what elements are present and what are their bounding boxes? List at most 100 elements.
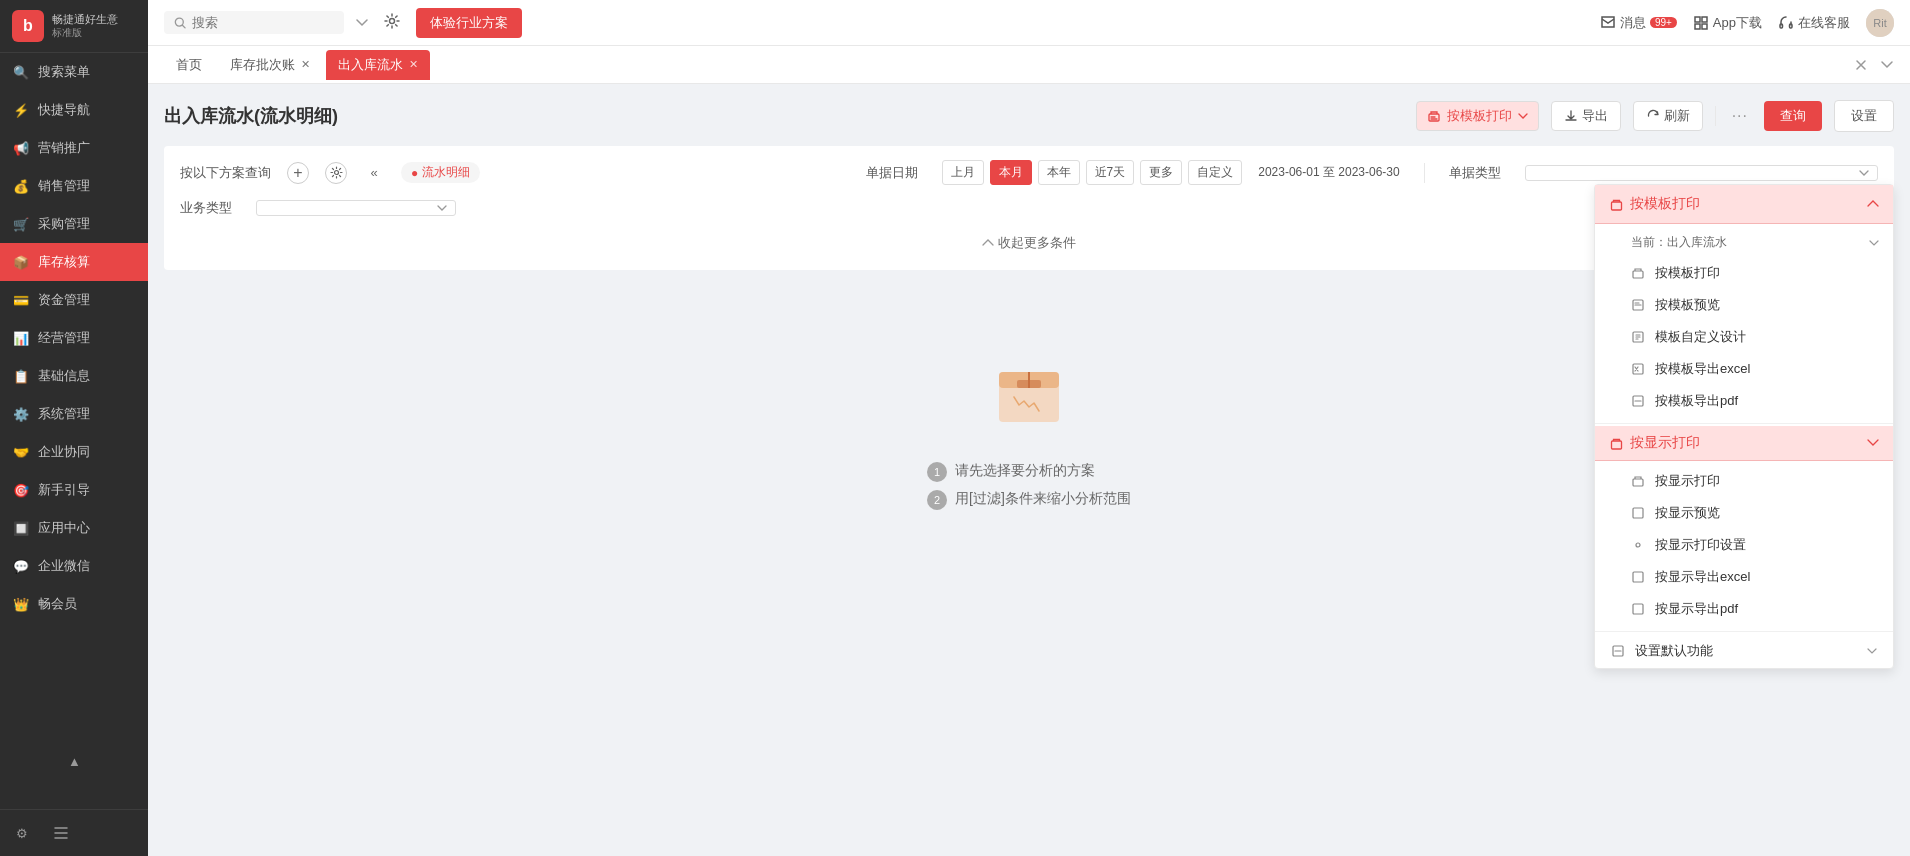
sidebar-collapse-btn[interactable] [48,820,74,846]
sidebar-item-basic[interactable]: 📋 基础信息 [0,357,148,395]
date-btn-custom[interactable]: 自定义 [1188,160,1242,185]
date-btn-7days[interactable]: 近7天 [1086,160,1135,185]
date-btn-last-month[interactable]: 上月 [942,160,984,185]
sidebar-item-collab[interactable]: 🤝 企业协同 [0,433,148,471]
dropdown-display-print-action[interactable]: 按显示打印 [1595,465,1893,497]
basic-icon: 📋 [12,367,30,385]
dropdown-set-default[interactable]: 设置默认功能 [1595,634,1893,668]
filter-biz-select[interactable] [256,200,456,216]
trial-btn[interactable]: 体验行业方案 [416,8,522,38]
date-btn-more[interactable]: 更多 [1140,160,1182,185]
collapse-btn[interactable]: 收起更多条件 [970,230,1088,256]
sub-pdf-icon [1631,394,1645,408]
tab-batch-label: 库存批次账 [230,56,295,74]
placeholder-icon [979,342,1079,442]
sidebar-item-label: 资金管理 [38,291,90,309]
export-btn[interactable]: 导出 [1551,101,1621,131]
filter-date-range[interactable]: 2023-06-01 至 2023-06-30 [1258,164,1399,181]
message-btn[interactable]: 消息 99+ [1600,14,1677,32]
sidebar-item-quick-nav[interactable]: ⚡ 快捷导航 [0,91,148,129]
dropdown-display-header[interactable]: 按显示打印 [1595,426,1893,461]
tab-expand-btn[interactable] [1880,58,1894,72]
customer-service-btn[interactable]: 在线客服 [1778,14,1850,32]
sidebar-item-inventory[interactable]: 📦 库存核算 [0,243,148,281]
sidebar-item-marketing[interactable]: 📢 营销推广 [0,129,148,167]
filter-add-btn[interactable]: + [287,162,309,184]
sidebar-item-purchase[interactable]: 🛒 采购管理 [0,205,148,243]
dropdown-print-icon [1609,197,1624,212]
topbar-gear-btn[interactable] [380,9,404,36]
tab-batch[interactable]: 库存批次账 ✕ [218,50,322,80]
date-btn-this-month[interactable]: 本月 [990,160,1032,185]
tab-home[interactable]: 首页 [164,50,214,80]
dropdown-display-export-excel[interactable]: 按显示导出excel [1595,561,1893,593]
dropdown-template-export-excel[interactable]: 按模板导出excel [1595,353,1893,385]
page-actions: 按模板打印 导出 刷新 [1416,100,1894,132]
sidebar-settings-btn[interactable]: ⚙ [12,822,32,845]
app-logo-icon: b [12,10,44,42]
tab-batch-close[interactable]: ✕ [301,58,310,71]
svg-rect-4 [1695,24,1700,29]
sidebar-item-search[interactable]: 🔍 搜索菜单 [0,53,148,91]
ellipsis-icon: ··· [1732,107,1748,125]
refresh-btn[interactable]: 刷新 [1633,101,1703,131]
dropdown-template-custom-label: 模板自定义设计 [1655,328,1746,346]
dropdown-display-export-pdf[interactable]: 按显示导出pdf [1595,593,1893,625]
sidebar-item-app-center[interactable]: 🔲 应用中心 [0,509,148,547]
placeholder-step2-text: 用[过滤]条件来缩小分析范围 [955,490,1131,508]
template-print-btn[interactable]: 按模板打印 [1416,101,1539,131]
user-avatar[interactable]: Rit [1866,9,1894,37]
sidebar-item-guide[interactable]: 🎯 新手引导 [0,471,148,509]
dropdown-template-print-action[interactable]: 按模板打印 [1595,257,1893,289]
tab-close-all-btn[interactable] [1854,58,1868,72]
svg-rect-21 [1633,479,1643,486]
query-btn[interactable]: 查询 [1764,101,1822,131]
sidebar-item-label: 系统管理 [38,405,90,423]
topbar-search-input[interactable] [192,15,334,30]
app-name-block: 畅捷通好生意 标准版 [52,12,118,40]
quick-nav-icon: ⚡ [12,101,30,119]
message-icon [1600,15,1616,31]
filter-tag-liushui[interactable]: ● 流水明细 [401,162,480,183]
topbar-search-container [164,11,344,34]
dropdown-display-title: 按显示打印 [1609,434,1700,452]
user-name: Rit [1873,17,1886,29]
dropdown-display-preview[interactable]: 按显示预览 [1595,497,1893,529]
collab-icon: 🤝 [12,443,30,461]
sidebar-item-operation[interactable]: 📊 经营管理 [0,319,148,357]
dropdown-divider-2 [1595,631,1893,632]
sidebar-item-member[interactable]: 👑 畅会员 [0,585,148,623]
tab-flow[interactable]: 出入库流水 ✕ [326,50,430,80]
filter-setting-btn[interactable] [325,162,347,184]
dropdown-template-preview[interactable]: 按模板预览 [1595,289,1893,321]
sidebar-item-wechat[interactable]: 💬 企业微信 [0,547,148,585]
topbar-actions: 消息 99+ App下载 在线客服 [1600,9,1894,37]
filter-type-select[interactable] [1525,165,1878,181]
filter-collapse-arrows-btn[interactable]: « [363,162,385,184]
sidebar-logo: b 畅捷通好生意 标准版 [0,0,148,53]
sidebar-item-sales[interactable]: 💰 销售管理 [0,167,148,205]
tab-flow-close[interactable]: ✕ [409,58,418,71]
dropdown-template-custom[interactable]: 模板自定义设计 [1595,321,1893,353]
sidebar-item-label: 应用中心 [38,519,90,537]
app-download-btn[interactable]: App下载 [1693,14,1762,32]
svg-rect-15 [1633,271,1643,278]
sidebar-item-system[interactable]: ⚙️ 系统管理 [0,395,148,433]
dropdown-display-excel-label: 按显示导出excel [1655,568,1750,586]
svg-rect-13 [1017,380,1041,388]
expand-icon [1880,58,1894,72]
page-header: 出入库流水(流水明细) 按模板打印 [164,100,1894,132]
settings-btn[interactable]: 设置 [1834,100,1894,132]
filter-date-group: 上月 本月 本年 近7天 更多 自定义 [942,160,1243,185]
more-actions-btn[interactable]: ··· [1728,103,1752,129]
print-icon [1427,109,1441,123]
sidebar-scroll-up-arrow[interactable]: ▲ [64,750,85,773]
svg-point-23 [1636,543,1640,547]
gear-icon [384,13,400,29]
dropdown-template-export-pdf[interactable]: 按模板导出pdf [1595,385,1893,417]
dropdown-display-print-settings[interactable]: 按显示打印设置 [1595,529,1893,561]
dropdown-template-excel-label: 按模板导出excel [1655,360,1750,378]
sidebar-item-finance[interactable]: 💳 资金管理 [0,281,148,319]
topbar-dropdown[interactable] [356,19,368,27]
date-btn-this-year[interactable]: 本年 [1038,160,1080,185]
